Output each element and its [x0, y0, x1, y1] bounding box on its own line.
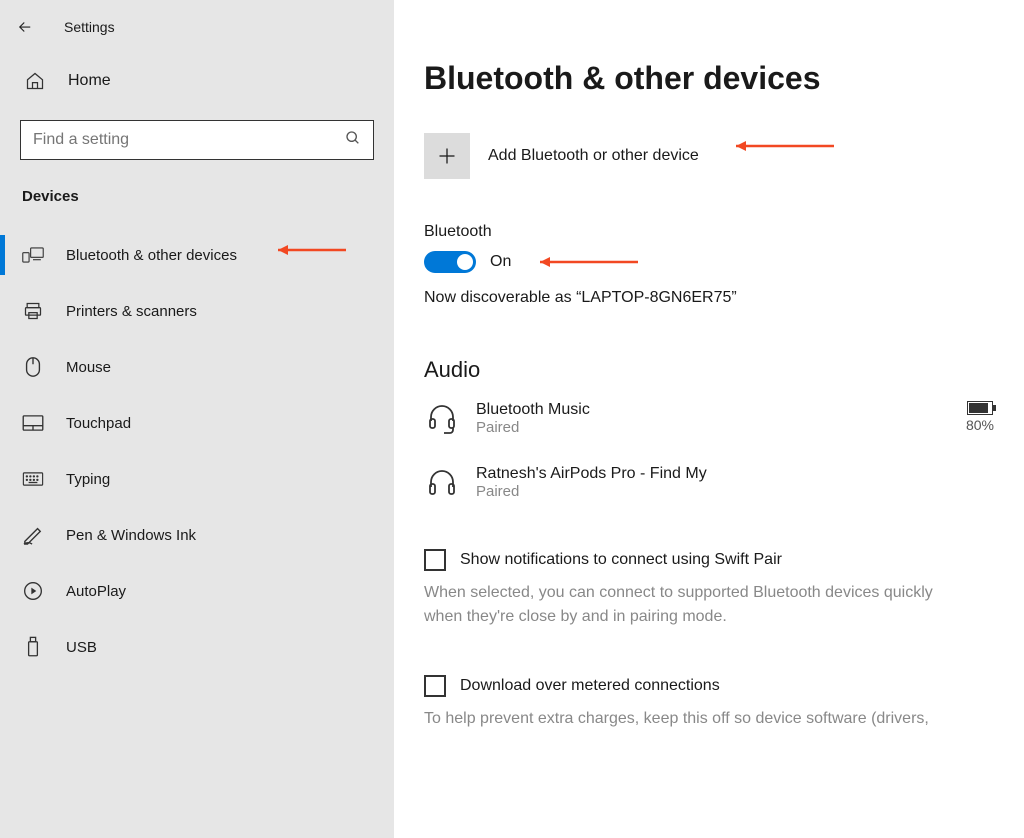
touchpad-icon: [22, 412, 44, 434]
autoplay-icon: [22, 580, 44, 602]
battery-percent: 80%: [966, 417, 994, 433]
battery-icon: [967, 401, 993, 415]
swift-pair-checkbox[interactable]: [424, 549, 446, 571]
audio-header: Audio: [424, 357, 994, 383]
section-header: Devices: [0, 178, 394, 227]
sidebar-item-pen-windows-ink[interactable]: Pen & Windows Ink: [0, 507, 394, 563]
bluetooth-toggle[interactable]: [424, 251, 476, 273]
headphones-icon: [424, 465, 460, 501]
pen-icon: [22, 524, 44, 546]
search-icon: [345, 130, 361, 150]
metered-desc: To help prevent extra charges, keep this…: [424, 707, 964, 731]
home-label: Home: [68, 72, 111, 90]
sidebar-item-label: USB: [66, 639, 97, 656]
home-icon: [24, 70, 46, 92]
sidebar-item-label: Touchpad: [66, 415, 131, 432]
printer-icon: [22, 300, 44, 322]
titlebar: Settings: [0, 10, 394, 56]
device-status: Paired: [476, 419, 950, 436]
toggle-state-label: On: [490, 253, 511, 271]
bluetooth-devices-icon: [22, 244, 44, 266]
page-title: Bluetooth & other devices: [424, 60, 994, 97]
sidebar-item-usb[interactable]: USB: [0, 619, 394, 675]
sidebar: Settings Home Devices Bluetooth & other …: [0, 0, 394, 838]
metered-row: Download over metered connections: [424, 675, 994, 697]
annotation-arrow-icon: [726, 137, 836, 155]
search-input[interactable]: [33, 131, 345, 149]
sidebar-item-touchpad[interactable]: Touchpad: [0, 395, 394, 451]
search-box[interactable]: [20, 120, 374, 160]
annotation-arrow-icon: [268, 241, 348, 259]
sidebar-item-label: Mouse: [66, 359, 111, 376]
swift-pair-row: Show notifications to connect using Swif…: [424, 549, 994, 571]
device-status: Paired: [476, 483, 994, 500]
home-button[interactable]: Home: [0, 56, 394, 106]
bluetooth-label: Bluetooth: [424, 223, 994, 241]
keyboard-icon: [22, 468, 44, 490]
mouse-icon: [22, 356, 44, 378]
sidebar-item-autoplay[interactable]: AutoPlay: [0, 563, 394, 619]
usb-icon: [22, 636, 44, 658]
add-device-button[interactable]: Add Bluetooth or other device: [424, 133, 994, 179]
sidebar-item-label: Typing: [66, 471, 110, 488]
bluetooth-toggle-row: On: [424, 251, 994, 273]
window-title: Settings: [64, 19, 115, 35]
sidebar-item-bluetooth-devices[interactable]: Bluetooth & other devices: [0, 227, 394, 283]
sidebar-item-label: AutoPlay: [66, 583, 126, 600]
swift-pair-desc: When selected, you can connect to suppor…: [424, 581, 964, 629]
battery-indicator: 80%: [966, 401, 994, 433]
metered-label: Download over metered connections: [460, 677, 720, 695]
sidebar-item-label: Printers & scanners: [66, 303, 197, 320]
main-content: Bluetooth & other devices Add Bluetooth …: [394, 0, 1024, 838]
discoverable-text: Now discoverable as “LAPTOP-8GN6ER75”: [424, 289, 994, 307]
arrow-left-icon: [16, 18, 34, 36]
swift-pair-label: Show notifications to connect using Swif…: [460, 551, 782, 569]
metered-checkbox[interactable]: [424, 675, 446, 697]
sidebar-item-label: Bluetooth & other devices: [66, 247, 237, 264]
sidebar-item-label: Pen & Windows Ink: [66, 527, 196, 544]
back-button[interactable]: [14, 16, 36, 38]
plus-icon: [424, 133, 470, 179]
add-device-label: Add Bluetooth or other device: [488, 147, 699, 165]
device-name: Ratnesh's AirPods Pro - Find My: [476, 465, 994, 483]
headset-icon: [424, 401, 460, 437]
device-name: Bluetooth Music: [476, 401, 950, 419]
device-row[interactable]: Ratnesh's AirPods Pro - Find My Paired: [424, 465, 994, 501]
device-row[interactable]: Bluetooth Music Paired 80%: [424, 401, 994, 437]
sidebar-item-typing[interactable]: Typing: [0, 451, 394, 507]
sidebar-item-printers-scanners[interactable]: Printers & scanners: [0, 283, 394, 339]
sidebar-item-mouse[interactable]: Mouse: [0, 339, 394, 395]
annotation-arrow-icon: [530, 253, 640, 271]
